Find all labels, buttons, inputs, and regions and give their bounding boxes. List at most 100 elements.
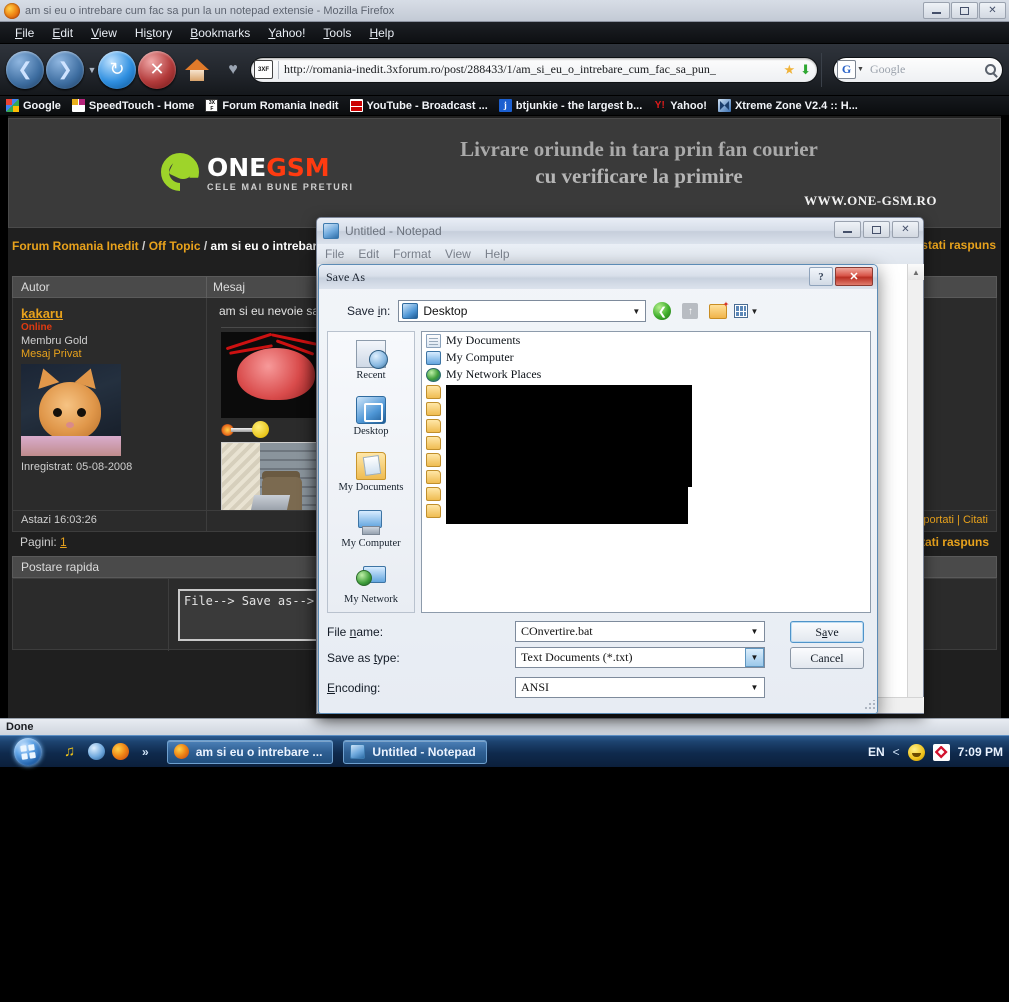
menu-file[interactable]: File: [6, 24, 43, 42]
yahoo-messenger-icon[interactable]: [907, 743, 925, 761]
place-my-documents[interactable]: My Documents: [328, 444, 414, 500]
encoding-combobox[interactable]: ANSI ▼: [515, 677, 765, 698]
place-desktop[interactable]: Desktop: [328, 388, 414, 444]
list-item[interactable]: My Documents: [422, 332, 870, 349]
views-button[interactable]: ▼: [734, 300, 758, 322]
scroll-up-icon[interactable]: ▲: [908, 264, 924, 280]
reload-button[interactable]: ↻: [98, 50, 136, 89]
list-item[interactable]: My Computer: [422, 349, 870, 366]
place-recent[interactable]: Recent: [328, 332, 414, 388]
page-number-1[interactable]: 1: [60, 535, 67, 549]
home-button[interactable]: [178, 51, 216, 89]
close-button[interactable]: ✕: [979, 2, 1006, 19]
language-indicator[interactable]: EN: [868, 745, 885, 759]
notepad-minimize-button[interactable]: [834, 221, 861, 238]
bookmark-speedtouch[interactable]: SpeedTouch - Home: [71, 99, 194, 112]
download-arrow-icon[interactable]: ⬇: [800, 62, 811, 78]
bookmark-yahoo[interactable]: Y! Yahoo!: [653, 99, 707, 112]
search-icon[interactable]: [985, 64, 996, 75]
search-input[interactable]: Google: [870, 62, 985, 77]
notepad-menu-format[interactable]: Format: [393, 247, 431, 261]
menu-history[interactable]: History: [126, 24, 181, 42]
menu-edit[interactable]: Edit: [43, 24, 82, 42]
taskbar-item-firefox[interactable]: am si eu o intrebare ...: [166, 739, 334, 764]
file-name-combobox[interactable]: COnvertire.bat ▼: [515, 621, 765, 642]
help-button[interactable]: ?: [809, 267, 833, 286]
bookmark-google[interactable]: Google: [6, 99, 61, 112]
chevron-down-icon[interactable]: ▼: [627, 301, 645, 321]
notepad-vertical-scrollbar[interactable]: ▲ ▼: [907, 264, 924, 713]
save-as-close-button[interactable]: ✕: [835, 267, 873, 286]
cancel-button[interactable]: Cancel: [790, 647, 864, 669]
folder-icon: [426, 384, 441, 399]
save-as-titlebar[interactable]: Save As ? ✕: [319, 265, 877, 289]
home-icon: [185, 58, 209, 81]
notepad-titlebar[interactable]: Untitled - Notepad ✕: [317, 218, 923, 244]
bookmark-forum-romania-inedit[interactable]: 3X F Forum Romania Inedit: [205, 99, 339, 112]
resize-grip[interactable]: [865, 700, 875, 710]
bookmark-xtreme-zone[interactable]: Xtreme Zone V2.4 :: H...: [717, 99, 858, 112]
bookmark-heart-button[interactable]: ♥: [218, 51, 248, 89]
file-list[interactable]: My Documents My Computer My Network Plac…: [421, 331, 871, 613]
chevron-down-icon[interactable]: ▼: [745, 622, 764, 641]
new-folder-icon: [709, 300, 729, 319]
search-bar[interactable]: G ▼ Google: [833, 56, 1003, 83]
breadcrumb-root[interactable]: Forum Romania Inedit: [12, 239, 139, 253]
start-button[interactable]: [2, 737, 54, 767]
notepad-menu-help[interactable]: Help: [485, 247, 510, 261]
new-folder-button[interactable]: [706, 300, 730, 322]
back-button[interactable]: ❮: [650, 300, 674, 322]
windows-taskbar: ♫ » am si eu o intrebare ... Untitled - …: [0, 735, 1009, 767]
google-search-engine-icon[interactable]: G: [837, 60, 856, 79]
chevron-down-icon[interactable]: ▼: [86, 65, 98, 75]
address-bar[interactable]: 3XF http://romania-inedit.3xforum.ro/pos…: [250, 56, 818, 83]
breadcrumb-section[interactable]: Off Topic: [149, 239, 201, 253]
ie-icon[interactable]: [88, 743, 105, 760]
save-in-combobox[interactable]: Desktop ▼: [398, 300, 647, 322]
notepad-menu-view[interactable]: View: [445, 247, 471, 261]
maximize-button[interactable]: [951, 2, 978, 19]
forward-button[interactable]: ❯: [46, 50, 84, 89]
avira-icon[interactable]: [932, 743, 950, 761]
chevron-down-icon[interactable]: ▼: [750, 307, 758, 316]
bookmark-youtube[interactable]: YouTube - Broadcast ...: [349, 99, 488, 112]
notepad-menu-file[interactable]: File: [325, 247, 344, 261]
up-one-level-button[interactable]: [678, 300, 702, 322]
bookmark-star-icon[interactable]: ★: [783, 62, 795, 78]
notepad-menu-edit[interactable]: Edit: [358, 247, 379, 261]
notepad-menubar: File Edit Format View Help: [317, 244, 923, 264]
stop-button[interactable]: ✕: [138, 50, 176, 89]
bookmark-btjunkie[interactable]: j btjunkie - the largest b...: [498, 99, 642, 112]
tray-expand-chevron-icon[interactable]: <: [893, 745, 900, 759]
save-as-type-combobox[interactable]: Text Documents (*.txt) ▼: [515, 647, 765, 668]
column-header-author: Autor: [21, 280, 50, 294]
minimize-button[interactable]: [923, 2, 950, 19]
menu-bookmarks[interactable]: Bookmarks: [181, 24, 259, 42]
menu-tools[interactable]: Tools: [314, 24, 360, 42]
notepad-close-button[interactable]: ✕: [892, 221, 919, 238]
list-item[interactable]: My Network Places: [422, 366, 870, 383]
taskbar-item-notepad[interactable]: Untitled - Notepad: [343, 739, 487, 764]
back-button[interactable]: ❮: [6, 50, 44, 89]
notepad-maximize-button[interactable]: [863, 221, 890, 238]
post-reply-header-link[interactable]: stati raspuns: [921, 238, 996, 252]
quote-link[interactable]: Citati: [963, 514, 988, 526]
place-my-computer[interactable]: My Computer: [328, 500, 414, 556]
menu-yahoo[interactable]: Yahoo!: [259, 24, 314, 42]
clock[interactable]: 7:09 PM: [958, 745, 1003, 759]
menu-help[interactable]: Help: [360, 24, 403, 42]
advertisement-banner[interactable]: ONEGSM CELE MAI BUNE PRETURI Livrare ori…: [8, 118, 1001, 228]
wmp-icon[interactable]: ♫: [64, 743, 81, 760]
quick-launch-overflow-chevron-icon[interactable]: »: [142, 745, 149, 759]
menu-view[interactable]: View: [82, 24, 126, 42]
private-message-link[interactable]: Mesaj Privat: [21, 348, 194, 360]
author-username[interactable]: kakaru: [21, 306, 194, 321]
place-my-network[interactable]: My Network: [328, 556, 414, 612]
firefox-icon[interactable]: [112, 743, 129, 760]
save-button[interactable]: Sa ve: [790, 621, 864, 643]
search-engine-chevron-icon[interactable]: ▼: [857, 66, 864, 73]
file-name-input[interactable]: COnvertire.bat: [521, 624, 745, 639]
chevron-down-icon[interactable]: ▼: [745, 648, 764, 667]
save-as-dialog[interactable]: Save As ? ✕ Save in: Desktop ▼ ❮ ▼ Recen…: [318, 264, 878, 1002]
chevron-down-icon[interactable]: ▼: [745, 678, 764, 697]
